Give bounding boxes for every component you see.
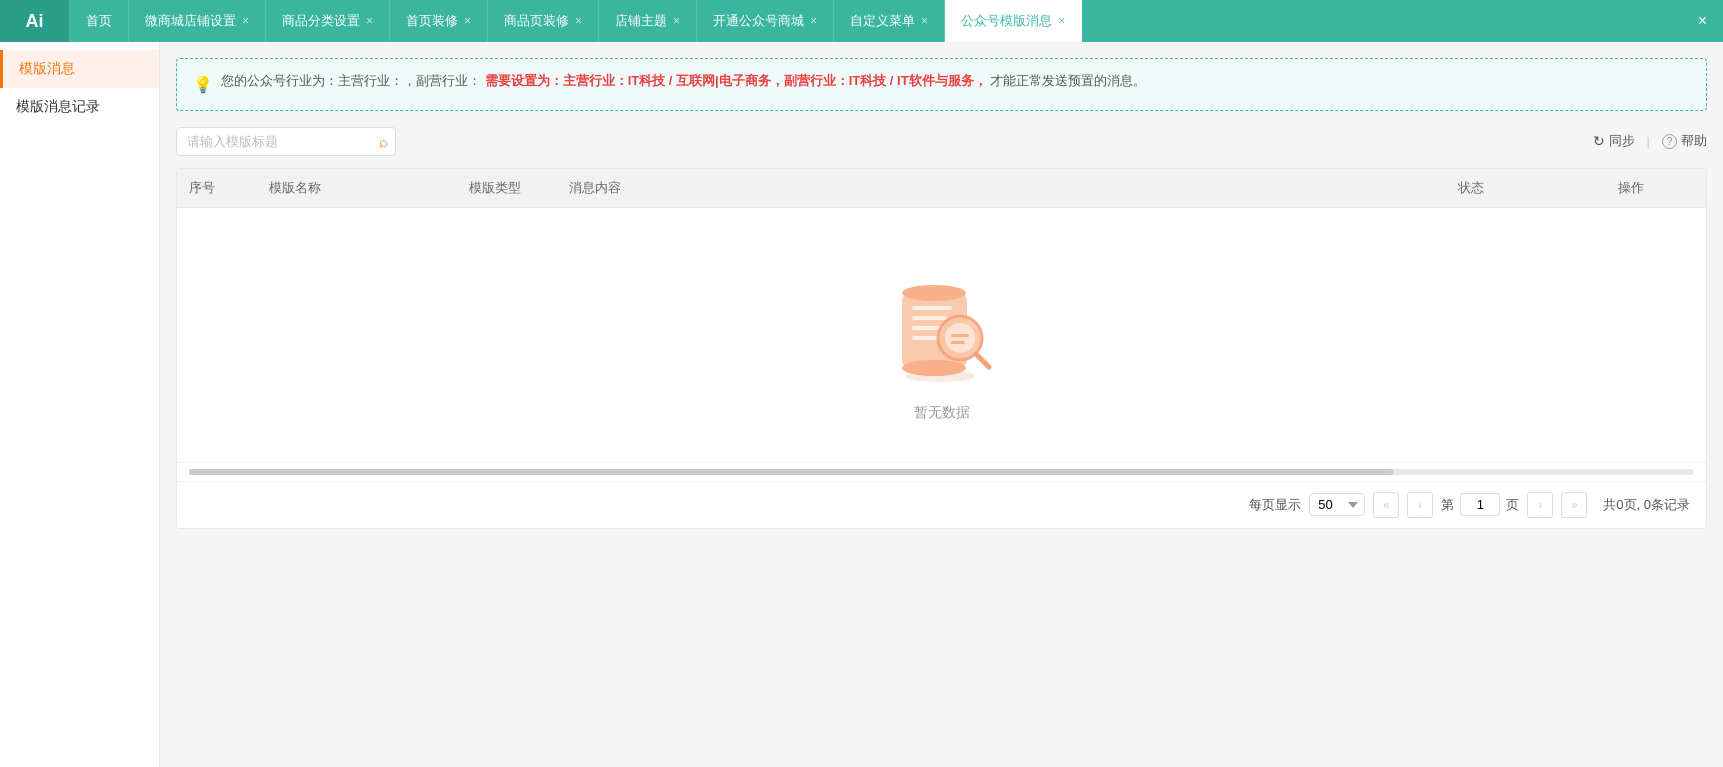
- first-page-button[interactable]: «: [1373, 492, 1399, 518]
- svg-point-2: [902, 285, 966, 301]
- page-size-select[interactable]: 50 10 20 100: [1309, 493, 1365, 516]
- toolbar-divider: |: [1647, 134, 1650, 149]
- sync-icon: ↻: [1593, 133, 1605, 149]
- total-info: 共0页, 0条记录: [1603, 496, 1690, 514]
- last-page-button[interactable]: »: [1561, 492, 1587, 518]
- tab-product-decor[interactable]: 商品页装修 ×: [488, 0, 599, 42]
- empty-illustration: [882, 268, 1002, 388]
- search-bar: ⌕ ↻ 同步 | ? 帮助: [176, 127, 1707, 156]
- tab-home[interactable]: 首页: [70, 0, 129, 42]
- scrollbar-thumb: [189, 469, 1393, 475]
- tab-label-shop-theme: 店铺主题: [615, 12, 667, 30]
- tab-label-open-wechat-shop: 开通公众号商城: [713, 12, 804, 30]
- close-all-button[interactable]: ×: [1682, 12, 1723, 30]
- th-content: 消息内容: [557, 169, 1446, 207]
- sidebar-items: 模版消息模版消息记录: [0, 50, 159, 126]
- th-index: 序号: [177, 169, 257, 207]
- tab-open-wechat-shop[interactable]: 开通公众号商城 ×: [697, 0, 834, 42]
- svg-point-3: [902, 360, 966, 376]
- th-name: 模版名称: [257, 169, 457, 207]
- tab-close-shop-theme[interactable]: ×: [673, 14, 680, 28]
- notice-suffix: 才能正常发送预置的消息。: [990, 73, 1146, 88]
- scrollbar-area[interactable]: [177, 462, 1706, 481]
- sidebar-item-template-msg-record[interactable]: 模版消息记录: [0, 88, 159, 126]
- tab-bar: Ai 首页微商城店铺设置×商品分类设置×首页装修×商品页装修×店铺主题×开通公众…: [0, 0, 1723, 42]
- page-size-label: 每页显示: [1249, 496, 1301, 514]
- content-area: 💡 您的公众号行业为：主营行业：，副营行业： 需要设置为：主营行业：IT科技 /…: [160, 42, 1723, 767]
- tab-custom-menu[interactable]: 自定义菜单 ×: [834, 0, 945, 42]
- notice-highlight: 需要设置为：主营行业：IT科技 / 互联网|电子商务，副营行业：IT科技 / I…: [485, 73, 987, 88]
- toolbar-right: ↻ 同步 | ? 帮助: [1593, 132, 1707, 150]
- table-header: 序号 模版名称 模版类型 消息内容 状态 操作: [177, 169, 1706, 208]
- logo-text: Ai: [26, 11, 44, 32]
- tab-label-template-message: 公众号模版消息: [961, 12, 1052, 30]
- tab-close-weshop-settings[interactable]: ×: [242, 14, 249, 28]
- tab-close-product-decor[interactable]: ×: [575, 14, 582, 28]
- tab-weshop-settings[interactable]: 微商城店铺设置 ×: [129, 0, 266, 42]
- tab-label-home: 首页: [86, 12, 112, 30]
- sidebar: 模版消息模版消息记录: [0, 42, 160, 767]
- page-input-wrap: 第 页: [1441, 493, 1519, 516]
- help-icon: ?: [1662, 134, 1677, 149]
- tab-close-category-settings[interactable]: ×: [366, 14, 373, 28]
- notice-banner: 💡 您的公众号行业为：主营行业：，副营行业： 需要设置为：主营行业：IT科技 /…: [176, 58, 1707, 111]
- notice-prefix: 您的公众号行业为：主营行业：，副营行业：: [221, 73, 481, 88]
- page-unit: 页: [1506, 496, 1519, 514]
- tab-label-category-settings: 商品分类设置: [282, 12, 360, 30]
- tab-label-product-decor: 商品页装修: [504, 12, 569, 30]
- prev-page-button[interactable]: ‹: [1407, 492, 1433, 518]
- tab-label-weshop-settings: 微商城店铺设置: [145, 12, 236, 30]
- search-input[interactable]: [176, 127, 396, 156]
- th-type: 模版类型: [457, 169, 557, 207]
- sidebar-item-template-msg[interactable]: 模版消息: [0, 50, 159, 88]
- tab-category-settings[interactable]: 商品分类设置 ×: [266, 0, 390, 42]
- help-label: 帮助: [1681, 132, 1707, 150]
- tab-close-homepage-decor[interactable]: ×: [464, 14, 471, 28]
- svg-point-9: [945, 323, 975, 353]
- next-page-button[interactable]: ›: [1527, 492, 1553, 518]
- search-icon[interactable]: ⌕: [379, 133, 388, 150]
- empty-state: 暂无数据: [177, 208, 1706, 462]
- notice-text: 您的公众号行业为：主营行业：，副营行业： 需要设置为：主营行业：IT科技 / 互…: [221, 71, 1146, 92]
- search-input-wrap: ⌕: [176, 127, 396, 156]
- svg-rect-4: [912, 306, 952, 310]
- svg-rect-11: [951, 334, 969, 337]
- tab-label-homepage-decor: 首页装修: [406, 12, 458, 30]
- tab-close-custom-menu[interactable]: ×: [921, 14, 928, 28]
- help-button[interactable]: ? 帮助: [1662, 132, 1707, 150]
- table-wrap: 序号 模版名称 模版类型 消息内容 状态 操作: [176, 168, 1707, 529]
- tab-close-template-message[interactable]: ×: [1058, 14, 1065, 28]
- tab-shop-theme[interactable]: 店铺主题 ×: [599, 0, 697, 42]
- svg-rect-5: [912, 316, 947, 320]
- pagination-bar: 每页显示 50 10 20 100 « ‹ 第 页 › » 共0页, 0条记录: [177, 481, 1706, 528]
- tab-homepage-decor[interactable]: 首页装修 ×: [390, 0, 488, 42]
- scrollbar-track[interactable]: [189, 469, 1694, 475]
- th-action: 操作: [1606, 169, 1706, 207]
- th-status: 状态: [1446, 169, 1606, 207]
- empty-text: 暂无数据: [914, 404, 970, 422]
- page-label: 第: [1441, 496, 1454, 514]
- tabs-container: 首页微商城店铺设置×商品分类设置×首页装修×商品页装修×店铺主题×开通公众号商城…: [70, 0, 1682, 42]
- tab-label-custom-menu: 自定义菜单: [850, 12, 915, 30]
- page-input[interactable]: [1460, 493, 1500, 516]
- logo-tab: Ai: [0, 0, 70, 42]
- svg-rect-12: [951, 341, 965, 344]
- notice-icon: 💡: [193, 72, 213, 98]
- main-layout: 模版消息模版消息记录 💡 您的公众号行业为：主营行业：，副营行业： 需要设置为：…: [0, 42, 1723, 767]
- sync-label: 同步: [1609, 132, 1635, 150]
- tab-close-open-wechat-shop[interactable]: ×: [810, 14, 817, 28]
- svg-line-10: [976, 354, 989, 367]
- sync-button[interactable]: ↻ 同步: [1593, 132, 1635, 150]
- tab-template-message[interactable]: 公众号模版消息 ×: [945, 0, 1082, 42]
